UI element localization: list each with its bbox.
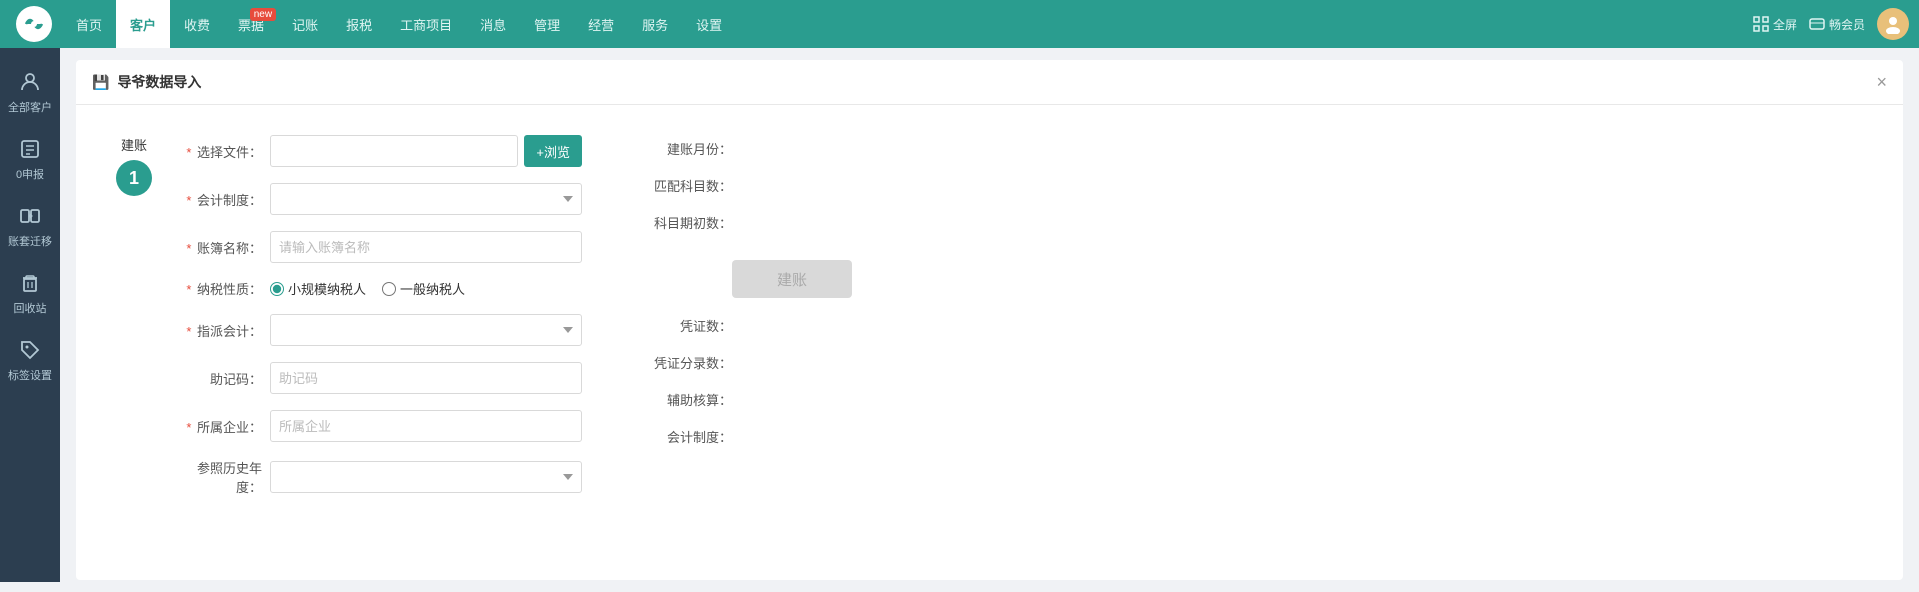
user-avatar[interactable] [1877,8,1909,40]
fullscreen-button[interactable]: 全屏 [1753,16,1797,33]
accounting-label: * 会计制度： [182,190,262,209]
voucher-entries-row: 凭证分录数： [642,353,942,372]
radio-small-tax-input[interactable] [270,282,284,296]
nav-item-settings[interactable]: 设置 [682,0,736,48]
voucher-entries-label: 凭证分录数： [642,353,732,372]
nav-item-home[interactable]: 首页 [62,0,116,48]
assign-select[interactable] [270,314,582,346]
match-subject-label: 匹配科目数： [642,176,732,195]
company-label: * 所属企业： [182,417,262,436]
nav-item-client[interactable]: 客户 [116,0,170,48]
recycle-icon [16,269,44,297]
memo-label: 助记码： [182,369,262,388]
migrate-icon [16,202,44,230]
voucher-row: 凭证数： [642,316,942,335]
new-badge: new [250,8,276,21]
browse-button[interactable]: +浏览 [524,135,582,167]
build-btn-wrap: 建账 [642,260,942,298]
accounting-select[interactable] [270,183,582,215]
match-subject-row: 匹配科目数： [642,176,942,195]
step-label: 建账 [121,135,147,154]
file-input-wrap: +浏览 [270,135,582,167]
sidebar: 全部客户 0申报 账套迁移 [0,48,60,582]
assign-row: * 指派会计： [182,314,582,346]
app-logo[interactable] [10,0,58,48]
nav-item-service[interactable]: 服务 [628,0,682,48]
nav-items: 首页 客户 收费 票据 new 记账 报税 工商项目 消息 管理 经营 服务 设… [62,0,1753,48]
assign-label: * 指派会计： [182,321,262,340]
sidebar-item-recycle[interactable]: 回收站 [0,259,60,326]
memo-input[interactable] [270,362,582,394]
right-info: 建账月份： 匹配科目数： 科目期初数： 建账 凭证数： [642,135,942,496]
import-icon: 💾 [92,74,109,91]
sidebar-label-migrate: 账套迁移 [8,233,52,249]
company-row: * 所属企业： [182,410,582,442]
aux-accounting-row: 辅助核算： [642,390,942,409]
panel-header: 💾 导爷数据导入 [76,60,1903,105]
nav-item-manage[interactable]: 管理 [520,0,574,48]
build-account-button[interactable]: 建账 [732,260,852,298]
tax-label: * 纳税性质： [182,279,262,298]
ledger-label: * 账簿名称： [182,238,262,257]
nav-right: 全屏 畅会员 [1753,8,1909,40]
ledger-input[interactable] [270,231,582,263]
sidebar-label-tags: 标签设置 [8,367,52,383]
subject-init-label: 科目期初数： [642,213,732,232]
sidebar-item-declaration[interactable]: 0申报 [0,125,60,192]
tax-radio-group: 小规模纳税人 一般纳税人 [270,279,465,298]
main-content: 💾 导爷数据导入 × 建账 1 * 选择文件： +浏览 [60,48,1919,592]
history-select[interactable] [270,461,582,493]
form-area: 建账 1 * 选择文件： +浏览 * 会 [76,105,1903,526]
file-label: * 选择文件： [182,142,262,161]
accounting-row: * 会计制度： [182,183,582,215]
nav-item-project[interactable]: 工商项目 [386,0,466,48]
sidebar-label-recycle: 回收站 [14,300,47,316]
nav-item-fee[interactable]: 收费 [170,0,224,48]
nav-item-operation[interactable]: 经营 [574,0,628,48]
file-text-input[interactable] [270,135,518,167]
aux-accounting-label: 辅助核算： [642,390,732,409]
sidebar-item-all-clients[interactable]: 全部客户 [0,58,60,125]
person-icon [16,68,44,96]
top-nav: 首页 客户 收费 票据 new 记账 报税 工商项目 消息 管理 经营 服务 设… [0,0,1919,48]
radio-small-tax[interactable]: 小规模纳税人 [270,279,366,298]
radio-general-tax-input[interactable] [382,282,396,296]
history-row: 参照历史年度： [182,458,582,496]
ledger-row: * 账簿名称： [182,231,582,263]
nav-item-account[interactable]: 记账 [278,0,332,48]
company-input[interactable] [270,410,582,442]
tax-row: * 纳税性质： 小规模纳税人 一般纳税人 [182,279,582,298]
member-button[interactable]: 畅会员 [1809,16,1865,33]
declare-icon [16,135,44,163]
main-panel: 💾 导爷数据导入 × 建账 1 * 选择文件： +浏览 [76,60,1903,580]
history-label: 参照历史年度： [182,458,262,496]
nav-item-message[interactable]: 消息 [466,0,520,48]
sidebar-item-migrate[interactable]: 账套迁移 [0,192,60,259]
build-month-row: 建账月份： [642,139,942,158]
member-label: 畅会员 [1829,16,1865,33]
sidebar-item-tags[interactable]: 标签设置 [0,326,60,393]
sidebar-label-all-clients: 全部客户 [8,99,52,115]
step-area: 建账 1 [116,135,152,496]
build-month-label: 建账月份： [642,139,732,158]
accounting-system-label: 会计制度： [642,427,732,446]
file-row: * 选择文件： +浏览 [182,135,582,167]
accounting-system-row: 会计制度： [642,427,942,446]
left-form: * 选择文件： +浏览 * 会计制度： [182,135,582,496]
fullscreen-label: 全屏 [1773,16,1797,33]
voucher-label: 凭证数： [642,316,732,335]
step-circle: 1 [116,160,152,196]
memo-row: 助记码： [182,362,582,394]
tag-icon [16,336,44,364]
panel-close-button[interactable]: × [1876,72,1887,93]
radio-general-tax[interactable]: 一般纳税人 [382,279,465,298]
panel-title: 导爷数据导入 [117,72,201,92]
nav-item-tax[interactable]: 报税 [332,0,386,48]
sidebar-label-declaration: 0申报 [16,166,44,182]
subject-init-row: 科目期初数： [642,213,942,232]
nav-item-invoice[interactable]: 票据 new [224,0,278,48]
